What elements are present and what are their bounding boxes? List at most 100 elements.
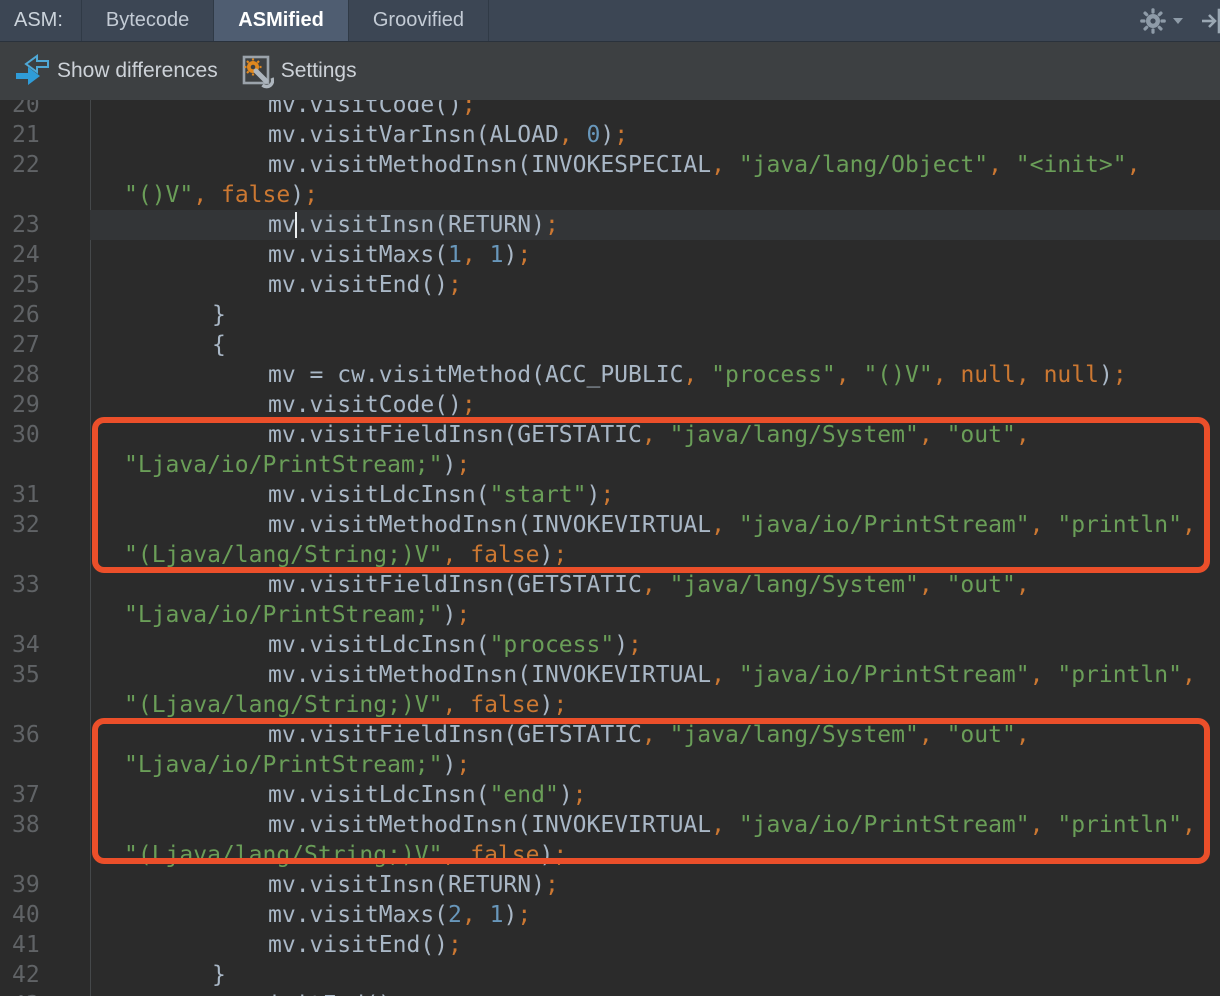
code-row[interactable]: 36 mv.visitFieldInsn(GETSTATIC, "java/lan… xyxy=(0,720,1220,750)
code-row[interactable]: 23 mv.visitInsn(RETURN); xyxy=(0,210,1220,240)
code-row[interactable]: "Ljava/io/PrintStream;"); xyxy=(0,450,1220,480)
settings-wrench-icon xyxy=(242,53,274,89)
code-line: mv.visitEnd(); xyxy=(268,270,462,300)
code-line: mv.visitMaxs(2, 1); xyxy=(268,900,531,930)
line-number: 32 xyxy=(12,510,40,540)
code-row[interactable]: "(Ljava/lang/String;)V", false); xyxy=(0,690,1220,720)
code-line: "Ljava/io/PrintStream;"); xyxy=(124,750,470,780)
code-row[interactable]: 24 mv.visitMaxs(1, 1); xyxy=(0,240,1220,270)
code-line: mv.visitMethodInsn(INVOKEVIRTUAL, "java/… xyxy=(268,810,1196,840)
code-line: cw.visitEnd(); xyxy=(212,990,406,996)
code-line: mv.visitMaxs(1, 1); xyxy=(268,240,531,270)
code-line: "()V", false); xyxy=(124,180,318,210)
line-number: 24 xyxy=(12,240,40,270)
line-number: 33 xyxy=(12,570,40,600)
code-row[interactable]: 37mv.visitLdcInsn("end"); xyxy=(0,780,1220,810)
tab-bytecode[interactable]: Bytecode xyxy=(81,0,213,41)
code-line: "(Ljava/lang/String;)V", false); xyxy=(124,540,567,570)
code-line: { xyxy=(212,330,226,360)
code-row[interactable]: 43 cw.visitEnd(); xyxy=(0,990,1220,996)
line-number: 21 xyxy=(12,120,40,150)
code-line: mv.visitInsn(RETURN); xyxy=(268,870,559,900)
tab-groovified[interactable]: Groovified xyxy=(348,0,489,41)
line-number: 42 xyxy=(12,960,40,990)
line-number: 31 xyxy=(12,480,40,510)
code-line: "Ljava/io/PrintStream;"); xyxy=(124,600,470,630)
text-caret xyxy=(295,212,297,238)
code-row[interactable]: 34 mv.visitLdcInsn("process"); xyxy=(0,630,1220,660)
code-line: mv.visitFieldInsn(GETSTATIC, "java/lang/… xyxy=(268,420,1030,450)
code-row[interactable]: 41mv.visitEnd(); xyxy=(0,930,1220,960)
line-number: 22 xyxy=(12,150,40,180)
gear-icon xyxy=(1139,7,1167,35)
code-line: mv.visitLdcInsn("start"); xyxy=(268,480,614,510)
code-rows: 20 mv.visitCode(); 21 mv.visitVarInsn(ALOAD… xyxy=(0,100,1220,996)
code-line: "(Ljava/lang/String;)V", false); xyxy=(124,840,567,870)
code-row[interactable]: 38 mv.visitMethodInsn(INVOKEVIRTUAL, "jav… xyxy=(0,810,1220,840)
hide-window-button[interactable] xyxy=(1200,7,1220,35)
code-row[interactable]: 42} xyxy=(0,960,1220,990)
code-row[interactable]: 40mv.visitMaxs(2, 1); xyxy=(0,900,1220,930)
show-differences-label: Show differences xyxy=(57,59,218,83)
code-row[interactable]: 21 mv.visitVarInsn(ALOAD, 0); xyxy=(0,120,1220,150)
code-line: mv.visitLdcInsn("process"); xyxy=(268,630,642,660)
line-number: 38 xyxy=(12,810,40,840)
code-line: mv.visitMethodInsn(INVOKEVIRTUAL, "java/… xyxy=(268,510,1196,540)
code-row[interactable]: "(Ljava/lang/String;)V", false); xyxy=(0,840,1220,870)
code-row[interactable]: 35 mv.visitMethodInsn(INVOKEVIRTUAL, "jav… xyxy=(0,660,1220,690)
line-number: 27 xyxy=(12,330,40,360)
show-differences-button[interactable]: Show differences xyxy=(14,54,218,88)
code-row[interactable]: 22 mv.visitMethodInsn(INVOKESPECIAL, "jav… xyxy=(0,150,1220,180)
code-row[interactable]: 27 { xyxy=(0,330,1220,360)
tab-bar-actions xyxy=(1131,0,1220,41)
code-line: } xyxy=(212,960,226,990)
code-row[interactable]: 31 mv.visitLdcInsn("start"); xyxy=(0,480,1220,510)
asm-tab-bar: ASM: BytecodeASMifiedGroovified xyxy=(0,0,1220,42)
code-row[interactable]: "Ljava/io/PrintStream;"); xyxy=(0,750,1220,780)
diff-arrows-icon xyxy=(14,54,50,88)
code-line: mv.visitCode(); xyxy=(268,390,476,420)
line-number: 20 xyxy=(12,100,40,120)
line-number: 26 xyxy=(12,300,40,330)
code-row[interactable]: 26} xyxy=(0,300,1220,330)
line-number: 41 xyxy=(12,930,40,960)
code-line: mv.visitMethodInsn(INVOKEVIRTUAL, "java/… xyxy=(268,660,1196,690)
code-line: mv = cw.visitMethod(ACC_PUBLIC, "process… xyxy=(268,360,1127,390)
gear-menu-button[interactable] xyxy=(1131,7,1192,35)
line-number: 34 xyxy=(12,630,40,660)
code-line: mv.visitMethodInsn(INVOKESPECIAL, "java/… xyxy=(268,150,1140,180)
code-line: mv.visitLdcInsn("end"); xyxy=(268,780,587,810)
code-row[interactable]: "()V", false); xyxy=(0,180,1220,210)
settings-button[interactable]: Settings xyxy=(242,53,357,89)
code-row[interactable]: 28 mv = cw.visitMethod(ACC_PUBLIC, "proce… xyxy=(0,360,1220,390)
code-line: mv.visitVarInsn(ALOAD, 0); xyxy=(268,120,628,150)
code-row[interactable]: 20 mv.visitCode(); xyxy=(0,100,1220,120)
code-row[interactable]: 25mv.visitEnd(); xyxy=(0,270,1220,300)
code-line: mv.visitCode(); xyxy=(268,100,476,120)
chevron-down-icon xyxy=(1172,17,1184,25)
code-editor[interactable]: 20 mv.visitCode(); 21 mv.visitVarInsn(ALOAD… xyxy=(0,100,1220,996)
line-number: 28 xyxy=(12,360,40,390)
line-number: 39 xyxy=(12,870,40,900)
code-row[interactable]: "Ljava/io/PrintStream;"); xyxy=(0,600,1220,630)
tab-asmified[interactable]: ASMified xyxy=(213,0,348,41)
code-row[interactable]: 39 mv.visitInsn(RETURN); xyxy=(0,870,1220,900)
code-line: } xyxy=(212,300,226,330)
settings-label: Settings xyxy=(281,59,357,83)
code-row[interactable]: 32 mv.visitMethodInsn(INVOKEVIRTUAL, "jav… xyxy=(0,510,1220,540)
tab-strip: BytecodeASMifiedGroovified xyxy=(81,0,489,41)
code-row[interactable]: 29 mv.visitCode(); xyxy=(0,390,1220,420)
line-number: 36 xyxy=(12,720,40,750)
line-number: 29 xyxy=(12,390,40,420)
code-row[interactable]: 33mv.visitFieldInsn(GETSTATIC, "java/lan… xyxy=(0,570,1220,600)
line-number: 35 xyxy=(12,660,40,690)
hide-window-icon xyxy=(1200,7,1220,35)
code-line: mv.visitInsn(RETURN); xyxy=(268,210,559,240)
line-number: 30 xyxy=(12,420,40,450)
code-line: mv.visitFieldInsn(GETSTATIC, "java/lang/… xyxy=(268,720,1030,750)
code-row[interactable]: "(Ljava/lang/String;)V", false); xyxy=(0,540,1220,570)
line-number: 43 xyxy=(12,990,40,996)
panel-label: ASM: xyxy=(0,0,77,41)
line-number: 23 xyxy=(12,210,40,240)
code-row[interactable]: 30 mv.visitFieldInsn(GETSTATIC, "java/lan… xyxy=(0,420,1220,450)
